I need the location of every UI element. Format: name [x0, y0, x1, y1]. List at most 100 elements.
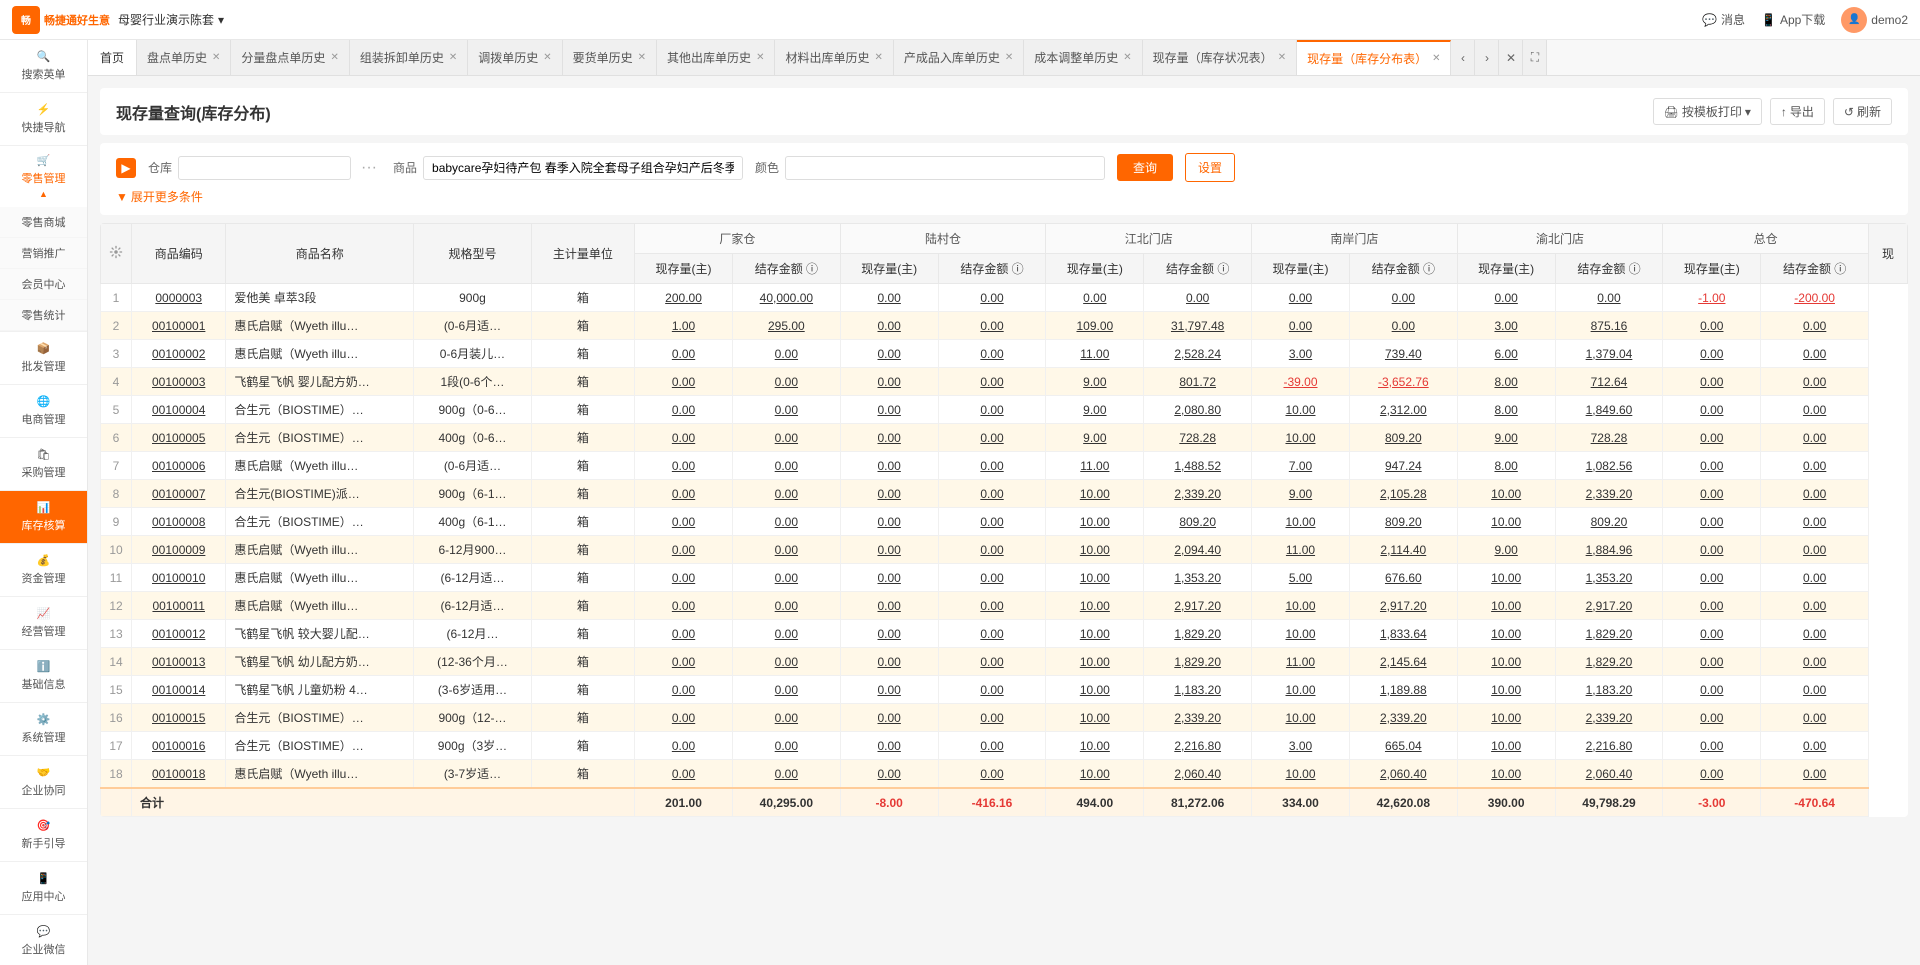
row-code[interactable]: 00100006 [132, 452, 226, 480]
refresh-btn[interactable]: ↺ 刷新 [1833, 98, 1892, 125]
row-data-2[interactable]: 0.00 [840, 676, 938, 704]
row-code[interactable]: 00100013 [132, 648, 226, 676]
row-data-6[interactable]: 10.00 [1252, 676, 1350, 704]
row-code[interactable]: 00100007 [132, 480, 226, 508]
tab-close-all[interactable]: ✕ [1499, 40, 1523, 76]
row-data-4[interactable]: 10.00 [1046, 480, 1144, 508]
row-data-6[interactable]: 10.00 [1252, 760, 1350, 789]
row-data-0[interactable]: 0.00 [635, 340, 733, 368]
tab-close-other-out[interactable]: ✕ [756, 52, 764, 63]
row-data-4[interactable]: 10.00 [1046, 648, 1144, 676]
sidebar-item-wholesale[interactable]: 📦 批发管理 [0, 332, 87, 385]
row-data-8[interactable]: 10.00 [1457, 676, 1555, 704]
row-data-10[interactable]: 0.00 [1663, 704, 1761, 732]
row-data-8[interactable]: 10.00 [1457, 564, 1555, 592]
row-data-2[interactable]: 0.00 [840, 732, 938, 760]
row-data-6[interactable]: 10.00 [1252, 704, 1350, 732]
row-data-4[interactable]: 10.00 [1046, 592, 1144, 620]
tab-material-out[interactable]: 材料出库单历史 ✕ [775, 40, 893, 76]
sidebar-item-inventory[interactable]: 📊 库存核算 [0, 491, 87, 544]
row-data-2[interactable]: 0.00 [840, 424, 938, 452]
row-code[interactable]: 00100015 [132, 704, 226, 732]
tab-inventory-dist[interactable]: 现存量（库存分布表） ✕ [1297, 40, 1451, 76]
row-data-2[interactable]: 0.00 [840, 592, 938, 620]
row-data-6[interactable]: 11.00 [1252, 648, 1350, 676]
row-data-4[interactable]: 109.00 [1046, 312, 1144, 340]
row-data-2[interactable]: 0.00 [840, 536, 938, 564]
row-data-10[interactable]: 0.00 [1663, 312, 1761, 340]
sidebar-item-finance[interactable]: 💰 资金管理 [0, 544, 87, 597]
row-data-6[interactable]: 3.00 [1252, 340, 1350, 368]
row-code[interactable]: 00100011 [132, 592, 226, 620]
row-data-6[interactable]: 10.00 [1252, 396, 1350, 424]
row-data-10[interactable]: 0.00 [1663, 648, 1761, 676]
row-data-6[interactable]: 9.00 [1252, 480, 1350, 508]
row-data-2[interactable]: 0.00 [840, 340, 938, 368]
row-data-6[interactable]: 10.00 [1252, 620, 1350, 648]
tab-close-stocktake[interactable]: ✕ [212, 52, 220, 63]
row-data-10[interactable]: 0.00 [1663, 396, 1761, 424]
tab-close-inv-status[interactable]: ✕ [1278, 52, 1286, 63]
row-code[interactable]: 00100005 [132, 424, 226, 452]
tab-split-stocktake[interactable]: 分量盘点单历史 ✕ [231, 40, 349, 76]
tab-cost-adjust[interactable]: 成本调整单历史 ✕ [1024, 40, 1142, 76]
row-data-4[interactable]: 0.00 [1046, 284, 1144, 312]
col-settings-icon[interactable] [101, 224, 132, 284]
row-data-0[interactable]: 0.00 [635, 508, 733, 536]
sidebar-item-new-guide[interactable]: 🎯 新手引导 [0, 809, 87, 862]
row-data-10[interactable]: 0.00 [1663, 732, 1761, 760]
row-data-8[interactable]: 10.00 [1457, 648, 1555, 676]
row-code[interactable]: 00100002 [132, 340, 226, 368]
row-data-10[interactable]: 0.00 [1663, 368, 1761, 396]
row-data-4[interactable]: 10.00 [1046, 732, 1144, 760]
row-data-0[interactable]: 0.00 [635, 368, 733, 396]
sidebar-item-app-center[interactable]: 📱 应用中心 [0, 862, 87, 915]
row-data-10[interactable]: 0.00 [1663, 340, 1761, 368]
tab-close-transfer[interactable]: ✕ [543, 52, 551, 63]
sidebar-item-basic-info[interactable]: ℹ️ 基础信息 [0, 650, 87, 703]
search-button[interactable]: 查询 [1117, 154, 1173, 181]
row-data-0[interactable]: 0.00 [635, 648, 733, 676]
row-data-0[interactable]: 200.00 [635, 284, 733, 312]
row-code[interactable]: 00100010 [132, 564, 226, 592]
print-btn[interactable]: 🖨 按模板打印 ▾ [1653, 98, 1762, 125]
row-data-4[interactable]: 10.00 [1046, 508, 1144, 536]
row-data-8[interactable]: 8.00 [1457, 396, 1555, 424]
row-data-10[interactable]: 0.00 [1663, 564, 1761, 592]
row-code[interactable]: 00100014 [132, 676, 226, 704]
row-data-8[interactable]: 8.00 [1457, 452, 1555, 480]
row-data-0[interactable]: 0.00 [635, 564, 733, 592]
row-data-6[interactable]: 5.00 [1252, 564, 1350, 592]
goods-input[interactable] [423, 156, 743, 180]
row-data-10[interactable]: 0.00 [1663, 508, 1761, 536]
row-data-2[interactable]: 0.00 [840, 284, 938, 312]
sidebar-item-retail-store[interactable]: 零售商城 [0, 207, 87, 238]
row-data-2[interactable]: 0.00 [840, 312, 938, 340]
row-data-10[interactable]: 0.00 [1663, 676, 1761, 704]
sidebar-item-corp-collab[interactable]: 🤝 企业协同 [0, 756, 87, 809]
expand-conditions-btn[interactable]: ▼ 展开更多条件 [116, 188, 1892, 205]
sidebar-item-operations[interactable]: 📈 经营管理 [0, 597, 87, 650]
row-data-4[interactable]: 11.00 [1046, 452, 1144, 480]
row-data-4[interactable]: 9.00 [1046, 396, 1144, 424]
row-code[interactable]: 00100003 [132, 368, 226, 396]
row-data-8[interactable]: 8.00 [1457, 368, 1555, 396]
sidebar-item-procurement[interactable]: 🛍 采购管理 [0, 438, 87, 491]
filter-expand-btn[interactable]: ▶ [116, 158, 136, 178]
sidebar-item-retail-mgmt[interactable]: 🛒 零售管理 ▲ [0, 146, 87, 207]
tab-other-out[interactable]: 其他出库单历史 ✕ [657, 40, 775, 76]
row-data-8[interactable]: 10.00 [1457, 732, 1555, 760]
store-selector[interactable]: 母婴行业演示陈套 ▾ [118, 11, 224, 28]
row-data-0[interactable]: 0.00 [635, 760, 733, 789]
row-data-6[interactable]: -39.00 [1252, 368, 1350, 396]
row-code[interactable]: 00100012 [132, 620, 226, 648]
app-download-btn[interactable]: 📱 App下载 [1761, 11, 1825, 28]
row-data-0[interactable]: 0.00 [635, 452, 733, 480]
sidebar-item-member-center[interactable]: 会员中心 [0, 269, 87, 300]
row-data-6[interactable]: 11.00 [1252, 536, 1350, 564]
row-data-4[interactable]: 10.00 [1046, 704, 1144, 732]
row-data-4[interactable]: 10.00 [1046, 564, 1144, 592]
message-btn[interactable]: 💬 消息 [1702, 11, 1745, 28]
row-data-4[interactable]: 10.00 [1046, 676, 1144, 704]
row-data-0[interactable]: 0.00 [635, 676, 733, 704]
